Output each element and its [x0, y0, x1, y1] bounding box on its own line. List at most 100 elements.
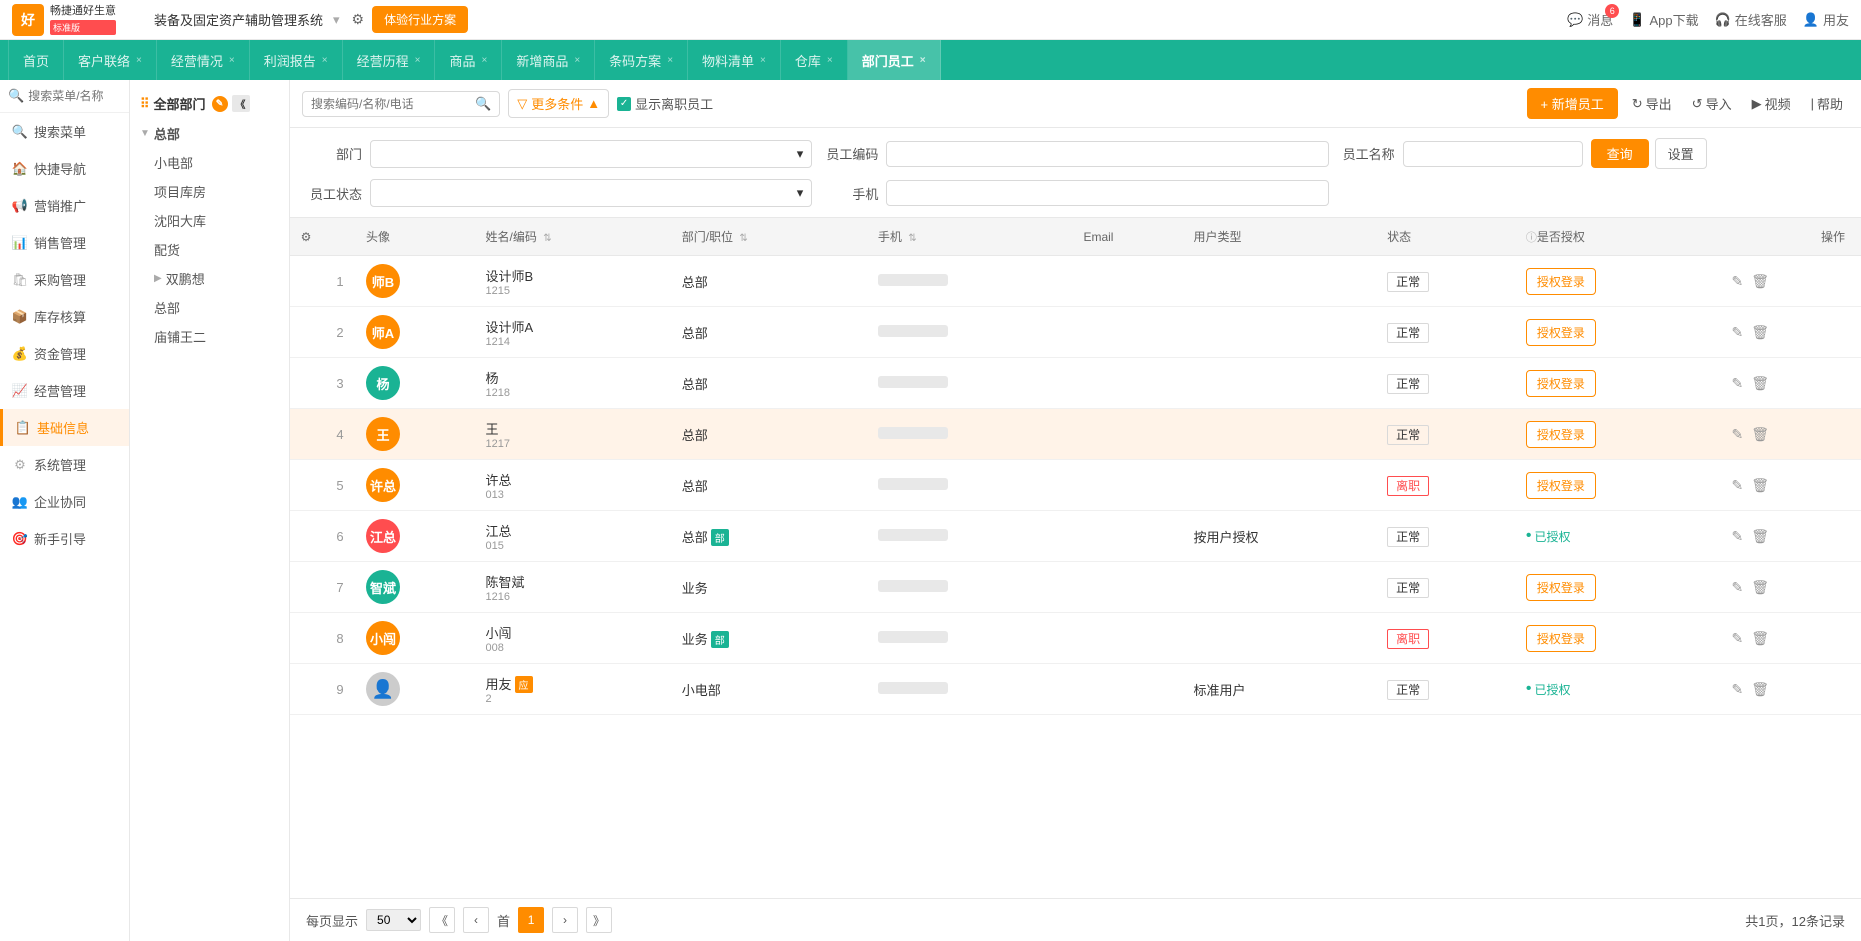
- auth-button[interactable]: 授权登录: [1526, 268, 1596, 295]
- auth-button[interactable]: 授权登录: [1526, 472, 1596, 499]
- settings-icon[interactable]: ⚙: [352, 11, 365, 28]
- delete-icon[interactable]: 🗑: [1751, 579, 1769, 596]
- edit-icon[interactable]: ✎: [1731, 477, 1743, 494]
- notification-btn[interactable]: 💬 消息 6: [1567, 10, 1613, 29]
- tab-close-物料清单[interactable]: ×: [760, 55, 766, 66]
- nav-tab-利润报告[interactable]: 利润报告×: [250, 40, 343, 80]
- sidebar-item-collab[interactable]: 👥企业协同: [0, 483, 129, 520]
- more-filter-btn[interactable]: ▽ 更多条件 ▲: [508, 89, 609, 118]
- filter-empname-input[interactable]: [1403, 141, 1583, 167]
- nav-tab-首页[interactable]: 首页: [8, 40, 64, 80]
- sidebar-item-finance[interactable]: 💰资金管理: [0, 335, 129, 372]
- sidebar-item-operations[interactable]: 📈经营管理: [0, 372, 129, 409]
- tab-close-条码方案[interactable]: ×: [667, 55, 673, 66]
- help-btn[interactable]: | 帮助: [1805, 90, 1849, 117]
- th-name[interactable]: 姓名/编码 ⇅: [478, 218, 674, 256]
- tab-close-仓库[interactable]: ×: [827, 55, 833, 66]
- tab-close-客户联络[interactable]: ×: [136, 55, 142, 66]
- search-icon[interactable]: 🔍: [475, 96, 491, 112]
- dept-node-peihuo[interactable]: 配货: [130, 235, 289, 264]
- delete-icon[interactable]: 🗑: [1751, 681, 1769, 698]
- delete-icon[interactable]: 🗑: [1751, 477, 1769, 494]
- edit-icon[interactable]: ✎: [1731, 579, 1743, 596]
- auth-button[interactable]: 授权登录: [1526, 319, 1596, 346]
- nav-tab-仓库[interactable]: 仓库×: [781, 40, 848, 80]
- delete-icon[interactable]: 🗑: [1751, 528, 1769, 545]
- dept-collapse-btn[interactable]: 《: [232, 95, 250, 112]
- prev-page-btn[interactable]: ‹: [463, 907, 489, 933]
- import-btn[interactable]: ↺ 导入: [1686, 90, 1738, 117]
- auth-button[interactable]: 授权登录: [1526, 370, 1596, 397]
- nav-tab-经营历程[interactable]: 经营历程×: [343, 40, 436, 80]
- dept-node-shuangpeng[interactable]: ▶双鹏想: [130, 264, 289, 293]
- delete-icon[interactable]: 🗑: [1751, 426, 1769, 443]
- tab-close-新增商品[interactable]: ×: [574, 55, 580, 66]
- sidebar-item-system[interactable]: ⚙系统管理: [0, 446, 129, 483]
- sort-name-icon[interactable]: ⇅: [543, 233, 551, 244]
- dept-node-xiaodian[interactable]: 小电部: [130, 148, 289, 177]
- filter-empcode-input[interactable]: [886, 141, 1328, 167]
- nav-tab-部门员工[interactable]: 部门员工×: [848, 40, 941, 80]
- first-page-btn[interactable]: 《: [429, 907, 455, 933]
- delete-icon[interactable]: 🗑: [1751, 630, 1769, 647]
- nav-tab-物料清单[interactable]: 物料清单×: [688, 40, 781, 80]
- filter-status-select[interactable]: ▾: [370, 179, 812, 207]
- add-employee-button[interactable]: + 新增员工: [1527, 88, 1618, 119]
- show-resigned-toggle[interactable]: ✓ 显示离职员工: [617, 94, 713, 113]
- reset-button[interactable]: 设置: [1655, 138, 1707, 169]
- delete-icon[interactable]: 🗑: [1751, 375, 1769, 392]
- dept-node-miaopuwang[interactable]: 庙铺王二: [130, 322, 289, 351]
- dept-node-zongbu[interactable]: ▼总部: [130, 119, 289, 148]
- tab-close-经营情况[interactable]: ×: [229, 55, 235, 66]
- sidebar-item-sales[interactable]: 📊销售管理: [0, 224, 129, 261]
- tab-close-商品[interactable]: ×: [481, 55, 487, 66]
- export-btn[interactable]: ↻ 导出: [1626, 90, 1678, 117]
- dept-edit-btn[interactable]: ✎: [212, 96, 228, 112]
- sidebar-item-purchase[interactable]: 🛍采购管理: [0, 261, 129, 298]
- edit-icon[interactable]: ✎: [1731, 324, 1743, 341]
- tab-close-经营历程[interactable]: ×: [415, 55, 421, 66]
- edit-icon[interactable]: ✎: [1731, 528, 1743, 545]
- delete-icon[interactable]: 🗑: [1751, 273, 1769, 290]
- query-button[interactable]: 查询: [1591, 139, 1649, 168]
- dept-node-project[interactable]: 项目库房: [130, 177, 289, 206]
- sidebar-search[interactable]: 🔍: [0, 80, 129, 113]
- th-phone[interactable]: 手机 ⇅: [870, 218, 1076, 256]
- sidebar-item-marketing[interactable]: 📢营销推广: [0, 187, 129, 224]
- search-box[interactable]: 🔍: [302, 91, 500, 117]
- last-page-btn[interactable]: 》: [586, 907, 612, 933]
- auth-info-icon[interactable]: ⓘ: [1526, 232, 1537, 244]
- user-menu[interactable]: 👤 用友: [1803, 10, 1849, 29]
- nav-tab-客户联络[interactable]: 客户联络×: [64, 40, 157, 80]
- nav-tab-条码方案[interactable]: 条码方案×: [595, 40, 688, 80]
- auth-button[interactable]: 授权登录: [1526, 625, 1596, 652]
- auth-button[interactable]: 授权登录: [1526, 574, 1596, 601]
- tab-close-利润报告[interactable]: ×: [322, 55, 328, 66]
- sidebar-item-guide[interactable]: 🎯新手引导: [0, 520, 129, 557]
- auth-button[interactable]: 授权登录: [1526, 421, 1596, 448]
- online-service-btn[interactable]: 🎧 在线客服: [1715, 10, 1787, 29]
- edit-icon[interactable]: ✎: [1731, 375, 1743, 392]
- tab-close-部门员工[interactable]: ×: [920, 55, 926, 66]
- delete-icon[interactable]: 🗑: [1751, 324, 1769, 341]
- current-page-btn[interactable]: 1: [518, 907, 544, 933]
- sort-dept-icon[interactable]: ⇅: [739, 233, 747, 244]
- edit-icon[interactable]: ✎: [1731, 273, 1743, 290]
- sidebar-item-basics[interactable]: 📋基础信息: [0, 409, 129, 446]
- edit-icon[interactable]: ✎: [1731, 630, 1743, 647]
- app-download-btn[interactable]: 📱 App下载: [1629, 10, 1698, 29]
- sidebar-item-search[interactable]: 🔍搜索菜单: [0, 113, 129, 150]
- nav-tab-经营情况[interactable]: 经营情况×: [157, 40, 250, 80]
- edit-icon[interactable]: ✎: [1731, 681, 1743, 698]
- sidebar-item-inventory[interactable]: 📦库存核算: [0, 298, 129, 335]
- dept-node-shenyang[interactable]: 沈阳大库: [130, 206, 289, 235]
- sort-phone-icon[interactable]: ⇅: [908, 233, 916, 244]
- edit-icon[interactable]: ✎: [1731, 426, 1743, 443]
- dept-node-zongbu2[interactable]: 总部: [130, 293, 289, 322]
- nav-tab-新增商品[interactable]: 新增商品×: [502, 40, 595, 80]
- experience-button[interactable]: 体验行业方案: [372, 6, 468, 33]
- sidebar-search-input[interactable]: [28, 89, 130, 103]
- view-btn[interactable]: ▶ 视频: [1746, 90, 1797, 117]
- th-settings[interactable]: ⚙: [290, 218, 322, 256]
- th-dept[interactable]: 部门/职位 ⇅: [674, 218, 870, 256]
